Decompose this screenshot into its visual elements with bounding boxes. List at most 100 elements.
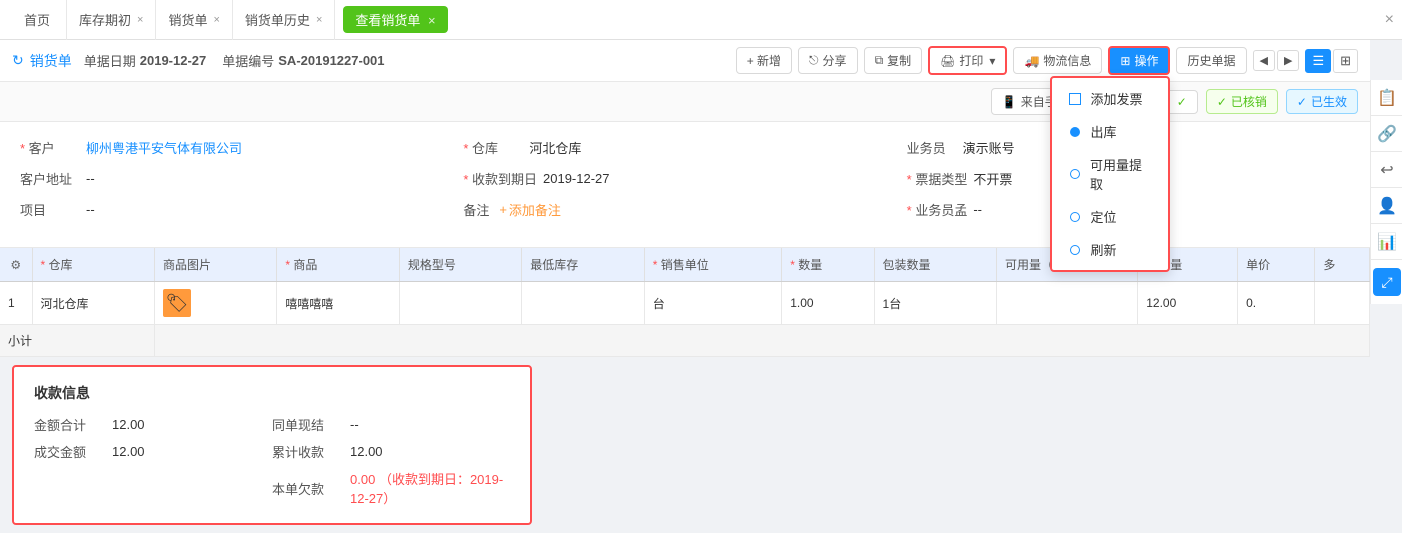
toolbar: ↻ 销货单 单据日期 2019-12-27 单据编号 SA-20191227-0… xyxy=(0,40,1370,82)
dropdown-refresh[interactable]: 刷新 xyxy=(1052,233,1168,266)
print-dropdown-arrow: ▾ xyxy=(989,54,995,68)
tab-bar: 首页 库存期初 × 销货单 × 销货单历史 × 查看销货单 × × xyxy=(0,0,1402,40)
total-amount-label: 金额合计 xyxy=(34,415,104,434)
address-label: 客户地址 xyxy=(20,169,80,188)
doc-meta: 单据日期 2019-12-27 单据编号 SA-20191227-001 xyxy=(84,51,385,70)
share-button[interactable]: ⎋ 分享 xyxy=(798,47,858,74)
sales-staff-label: 业务员孟 xyxy=(907,200,968,219)
logistics-icon: 🚚 xyxy=(1024,54,1039,68)
col-image: 商品图片 xyxy=(154,248,276,282)
sidebar-expand-button[interactable]: ⤢ xyxy=(1373,268,1401,296)
tab-view-sales-close[interactable]: × xyxy=(428,13,436,28)
right-sidebar: 📋 🔗 ↩ 👤 📊 ⤢ xyxy=(1370,80,1402,304)
subtotal-row: 小计 xyxy=(0,325,1370,357)
operation-button[interactable]: ⊞ 操作 xyxy=(1108,46,1170,75)
cumulative-receipt-value: 12.00 xyxy=(350,444,383,459)
row-current-stock: 12.00 xyxy=(1138,282,1238,325)
deal-amount-value: 12.00 xyxy=(112,444,145,459)
summary-due-amount: 本单欠款 0.00 （收款到期日：2019-12-27） xyxy=(272,469,510,507)
effective-badge[interactable]: ✓ 已生效 xyxy=(1286,89,1358,114)
deal-amount-label: 成交金额 xyxy=(34,442,104,461)
check-btn[interactable]: ✓ xyxy=(1166,90,1198,114)
tab-view-sales[interactable]: 查看销货单 × xyxy=(343,6,447,33)
summary-same-order-settle: 同单现结 -- xyxy=(272,415,510,434)
new-button[interactable]: + 新增 xyxy=(736,47,792,74)
tab-bar-close[interactable]: × xyxy=(1385,11,1394,29)
dropdown-locate[interactable]: 定位 xyxy=(1052,200,1168,233)
tab-sales-history-close[interactable]: × xyxy=(316,14,322,26)
summary-grid: 金额合计 12.00 同单现结 -- 成交金额 12.00 累计收款 12.00 xyxy=(34,415,510,507)
sidebar-icon-chart[interactable]: 📊 xyxy=(1371,224,1402,260)
row-pack-qty: 1台 xyxy=(874,282,996,325)
sidebar-icon-doc[interactable]: 📋 xyxy=(1371,80,1402,116)
row-min-stock xyxy=(522,282,644,325)
due-amount-value: 0.00 （收款到期日：2019-12-27） xyxy=(350,469,510,507)
phone-icon: 📱 xyxy=(1002,95,1017,109)
check-icon: ✓ xyxy=(1177,95,1187,109)
sidebar-icon-user[interactable]: 👤 xyxy=(1371,188,1402,224)
nav-next[interactable]: ▶ xyxy=(1277,50,1299,71)
col-unit-price: 单价 xyxy=(1238,248,1315,282)
print-icon: 🖨 xyxy=(940,54,955,68)
col-unit: * 销售单位 xyxy=(644,248,782,282)
tab-sales-close[interactable]: × xyxy=(213,14,219,26)
note-add[interactable]: + 添加备注 xyxy=(499,200,561,219)
dropdown-add-invoice[interactable]: 添加发票 xyxy=(1052,82,1168,115)
col-min-stock: 最低库存 xyxy=(522,248,644,282)
dropdown-available-qty[interactable]: 可用量提取 xyxy=(1052,148,1168,200)
row-image: 🏷 xyxy=(154,282,276,325)
project-field: 项目 -- xyxy=(20,200,463,219)
print-button[interactable]: 🖨 打印 ▾ xyxy=(928,46,1007,75)
row-available xyxy=(996,282,1137,325)
summary-current-due xyxy=(34,469,272,507)
customer-label: 客户 xyxy=(20,138,80,157)
tab-inventory[interactable]: 库存期初 × xyxy=(67,0,156,40)
nav-arrows: ◀ ▶ xyxy=(1253,50,1300,71)
row-more xyxy=(1315,282,1370,325)
refresh-icon xyxy=(1068,243,1082,257)
warehouse-label: 仓库 xyxy=(463,138,523,157)
summary-title: 收款信息 xyxy=(34,383,510,403)
project-label: 项目 xyxy=(20,200,80,219)
total-amount-value: 12.00 xyxy=(112,417,145,432)
check-circle-icon: ✓ xyxy=(1217,95,1227,109)
locate-icon xyxy=(1068,210,1082,224)
subtotal-label: 小计 xyxy=(0,325,154,357)
address-value: -- xyxy=(86,171,95,186)
view-list[interactable]: ☰ xyxy=(1305,49,1331,73)
col-warehouse: * 仓库 xyxy=(32,248,154,282)
summary-deal-amount: 成交金额 12.00 xyxy=(34,442,272,461)
sold-out-badge[interactable]: ✓ 已核销 xyxy=(1206,89,1278,114)
tab-sales-history[interactable]: 销货单历史 × xyxy=(233,0,335,40)
logistics-button[interactable]: 🚚 物流信息 xyxy=(1013,47,1102,74)
doc-type: ↻ 销货单 xyxy=(12,51,72,71)
summary-total-amount: 金额合计 12.00 xyxy=(34,415,272,434)
warehouse-field: 仓库 河北仓库 xyxy=(463,138,906,157)
effective-check-icon: ✓ xyxy=(1297,95,1307,109)
nav-prev[interactable]: ◀ xyxy=(1253,50,1275,71)
view-grid[interactable]: ⊞ xyxy=(1333,49,1358,73)
add-invoice-icon xyxy=(1068,92,1082,106)
tab-home[interactable]: 首页 xyxy=(8,0,67,40)
col-pack-qty: 包装数量 xyxy=(874,248,996,282)
copy-button[interactable]: ⧉ 复制 xyxy=(864,47,923,74)
summary-box: 收款信息 金额合计 12.00 同单现结 -- 成交金额 12.00 累计收款 … xyxy=(12,365,532,525)
sidebar-icon-link[interactable]: 🔗 xyxy=(1371,116,1402,152)
customer-value[interactable]: 柳州粤港平安气体有限公司 xyxy=(86,138,242,157)
history-button[interactable]: 历史单据 xyxy=(1176,47,1246,74)
row-product: 嘻嘻嘻嘻 xyxy=(277,282,399,325)
sidebar-icon-back[interactable]: ↩ xyxy=(1371,152,1402,188)
add-note-icon: + xyxy=(499,202,507,217)
staff-value: 演示账号 xyxy=(963,138,1015,157)
tab-inventory-close[interactable]: × xyxy=(137,14,143,26)
product-image: 🏷 xyxy=(163,289,191,317)
staff-label: 业务员 xyxy=(907,138,957,157)
ticket-label: 票据类型 xyxy=(907,169,968,188)
toolbar-left: ↻ 销货单 单据日期 2019-12-27 单据编号 SA-20191227-0… xyxy=(12,51,385,71)
col-more: 多 xyxy=(1315,248,1370,282)
dropdown-outbound[interactable]: 出库 xyxy=(1052,115,1168,148)
row-unit: 台 xyxy=(644,282,782,325)
col-quantity: * 数量 xyxy=(782,248,874,282)
tab-sales[interactable]: 销货单 × xyxy=(156,0,232,40)
row-unit-price: 0. xyxy=(1238,282,1315,325)
